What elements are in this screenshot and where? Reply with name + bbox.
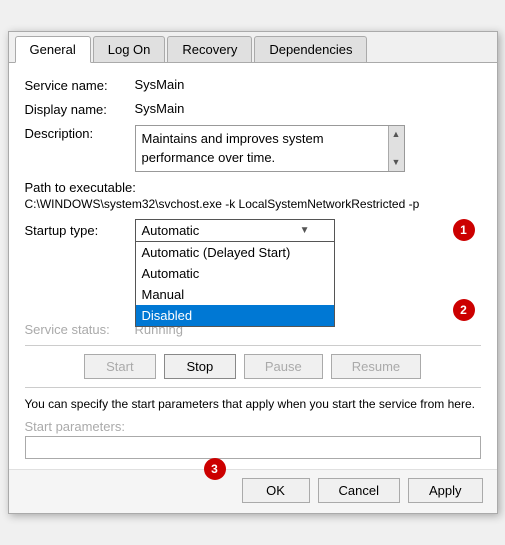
description-row: Description: Maintains and improves syst…: [25, 125, 481, 171]
display-name-value: SysMain: [135, 101, 185, 116]
startup-dropdown-wrapper: Automatic ▼ Automatic (Delayed Start) Au…: [135, 219, 335, 242]
description-box: Maintains and improves system performanc…: [135, 125, 405, 171]
startup-type-selected: Automatic: [142, 223, 200, 238]
service-name-label: Service name:: [25, 77, 135, 93]
service-name-value: SysMain: [135, 77, 185, 92]
annotation-3: 3: [204, 458, 226, 480]
startup-type-row: Startup type: Automatic ▼ Automatic (Del…: [25, 219, 481, 242]
note-text: You can specify the start parameters tha…: [25, 396, 481, 413]
tab-bar: General Log On Recovery Dependencies: [9, 32, 497, 63]
ok-button[interactable]: OK: [242, 478, 310, 503]
tab-logon[interactable]: Log On: [93, 36, 166, 62]
cancel-button[interactable]: Cancel: [318, 478, 400, 503]
tab-content: Service name: SysMain Display name: SysM…: [9, 63, 497, 468]
tab-recovery[interactable]: Recovery: [167, 36, 252, 62]
service-name-row: Service name: SysMain: [25, 77, 481, 93]
display-name-row: Display name: SysMain: [25, 101, 481, 117]
resume-button[interactable]: Resume: [331, 354, 421, 379]
startup-type-label: Startup type:: [25, 223, 135, 238]
dropdown-option-disabled[interactable]: Disabled: [136, 305, 334, 326]
display-name-label: Display name:: [25, 101, 135, 117]
service-status-label: Service status:: [25, 322, 135, 337]
divider-2: [25, 387, 481, 388]
description-scrollbar[interactable]: ▲ ▼: [388, 126, 404, 170]
startup-type-dropdown[interactable]: Automatic ▼: [135, 219, 335, 242]
dropdown-option-automatic[interactable]: Automatic: [136, 263, 334, 284]
apply-button[interactable]: Apply: [408, 478, 483, 503]
start-button[interactable]: Start: [84, 354, 156, 379]
dropdown-arrow-icon: ▼: [300, 225, 310, 236]
dropdown-option-delayed[interactable]: Automatic (Delayed Start): [136, 242, 334, 263]
startup-dropdown-list: Automatic (Delayed Start) Automatic Manu…: [135, 242, 335, 327]
scroll-up-icon[interactable]: ▲: [390, 126, 403, 143]
tab-general[interactable]: General: [15, 36, 91, 63]
annotation-2: 2: [453, 299, 475, 321]
path-section: Path to executable: C:\WINDOWS\system32\…: [25, 180, 481, 211]
description-value: Maintains and improves system performanc…: [142, 131, 324, 164]
stop-button[interactable]: Stop: [164, 354, 236, 379]
description-label: Description:: [25, 125, 135, 141]
annotation-1: 1: [453, 219, 475, 241]
service-control-buttons: Start Stop Pause Resume: [25, 354, 481, 379]
bottom-buttons-row: 3 OK Cancel Apply: [9, 469, 497, 513]
tab-dependencies[interactable]: Dependencies: [254, 36, 367, 62]
dropdown-option-manual[interactable]: Manual: [136, 284, 334, 305]
start-params-input[interactable]: [25, 436, 481, 459]
divider-1: [25, 345, 481, 346]
pause-button[interactable]: Pause: [244, 354, 323, 379]
scroll-down-icon[interactable]: ▼: [390, 154, 403, 171]
start-params-label: Start parameters:: [25, 419, 481, 434]
path-value: C:\WINDOWS\system32\svchost.exe -k Local…: [25, 197, 481, 211]
dialog: General Log On Recovery Dependencies Ser…: [8, 31, 498, 513]
path-label: Path to executable:: [25, 180, 481, 195]
